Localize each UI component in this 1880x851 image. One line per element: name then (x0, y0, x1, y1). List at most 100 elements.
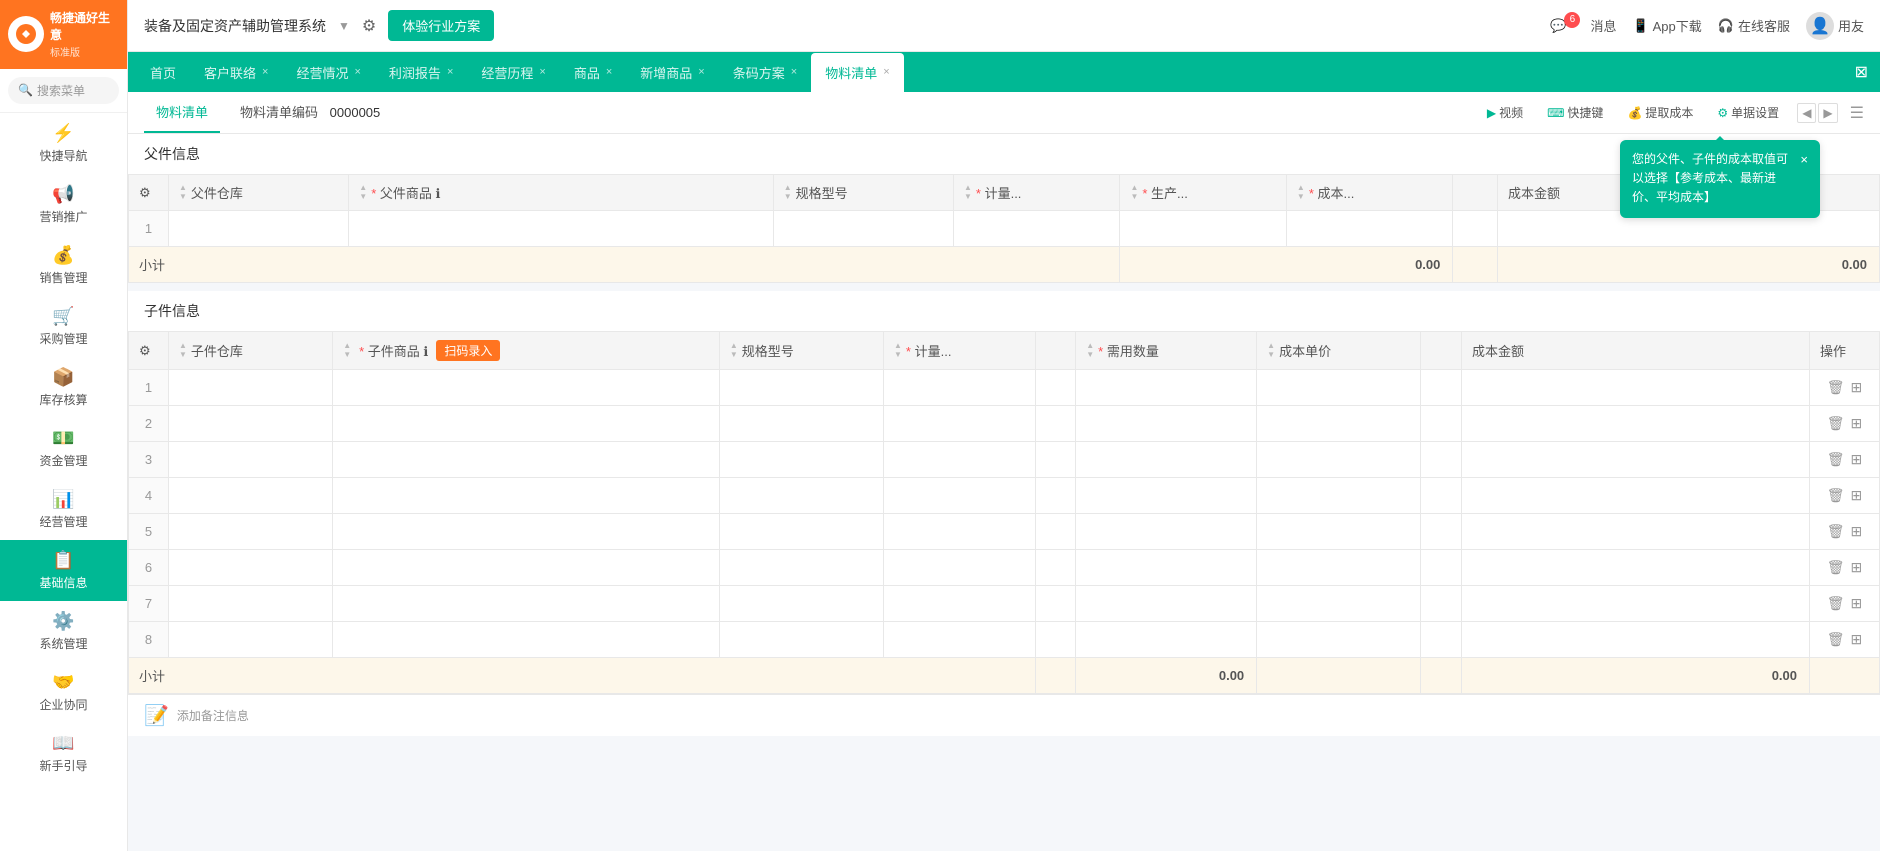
child-qty-2[interactable] (1076, 406, 1257, 442)
tab-goods[interactable]: 商品 × (560, 53, 626, 92)
child-action-1: 🗑 ⊞ (1810, 370, 1880, 406)
tab-new-goods[interactable]: 新增商品 × (626, 53, 718, 92)
close-all-tabs[interactable]: ⊠ (1851, 58, 1872, 86)
sidebar-item-inventory[interactable]: 📦 库存核算 (0, 357, 127, 418)
shortcut-button[interactable]: ⌨ 快捷键 (1541, 100, 1609, 125)
tab-barcode[interactable]: 条码方案 × (719, 53, 811, 92)
delete-icon-6[interactable]: 🗑 (1827, 559, 1845, 576)
sub-tab-list[interactable]: 物料清单 (144, 92, 220, 133)
child-unit-1[interactable] (884, 370, 1036, 406)
add-notes-text[interactable]: 添加备注信息 (177, 707, 249, 724)
trial-button[interactable]: 体验行业方案 (388, 10, 494, 41)
sidebar-item-system[interactable]: ⚙️ 系统管理 (0, 601, 127, 662)
child-amount-1[interactable] (1461, 370, 1809, 406)
system-title-dropdown[interactable]: ▼ (338, 19, 350, 33)
settings-icon[interactable]: ⚙ (362, 16, 376, 36)
parent-warehouse-1[interactable] (169, 211, 349, 247)
online-service-action[interactable]: 🎧 在线客服 (1718, 16, 1790, 35)
child-unitcost-1[interactable] (1257, 370, 1421, 406)
child-col-settings[interactable]: ⚙ (129, 332, 169, 370)
parent-spec-1[interactable] (773, 211, 953, 247)
close-bom-tab[interactable]: × (883, 66, 889, 78)
scan-input-button[interactable]: 扫码录入 (436, 340, 500, 361)
tab-customer[interactable]: 客户联络 × (190, 53, 282, 92)
delete-icon-4[interactable]: 🗑 (1827, 487, 1845, 504)
sidebar-item-purchase[interactable]: 🛒 采购管理 (0, 296, 127, 357)
delete-icon-7[interactable]: 🗑 (1827, 595, 1845, 612)
single-settings-button[interactable]: ⚙ 单据设置 (1711, 100, 1785, 125)
copy-icon-1[interactable]: ⊞ (1851, 379, 1863, 396)
sidebar-item-marketing[interactable]: 📢 营销推广 (0, 174, 127, 235)
close-history-tab[interactable]: × (539, 66, 545, 78)
nav-prev-button[interactable]: ◀ (1797, 103, 1816, 123)
copy-icon-4[interactable]: ⊞ (1851, 487, 1863, 504)
sub-tab-detail[interactable]: 物料清单编码 0000005 (228, 92, 392, 133)
child-spec-2[interactable] (719, 406, 883, 442)
child-goods-1[interactable] (333, 370, 720, 406)
tab-bom[interactable]: 物料清单 × (811, 53, 903, 92)
parent-extra-1[interactable] (1453, 211, 1498, 247)
purchase-icon: 🛒 (52, 306, 74, 327)
child-goods-2[interactable] (333, 406, 720, 442)
logo-sub: 标准版 (50, 44, 119, 59)
app-download-action[interactable]: 📱 App下载 (1632, 16, 1701, 35)
child-col-unit: ▲▼ * 计量... (884, 332, 1036, 370)
parent-col-settings[interactable]: ⚙ (129, 175, 169, 211)
tooltip-close-button[interactable]: × (1800, 150, 1808, 171)
sub-tabs-bar: 物料清单 物料清单编码 0000005 ▶ 视频 ⌨ 快捷键 💰 提取成本 (128, 92, 1880, 134)
sidebar-item-basic-info[interactable]: 📋 基础信息 (0, 540, 127, 601)
sidebar-item-finance[interactable]: 💵 资金管理 (0, 418, 127, 479)
child-warehouse-2[interactable] (169, 406, 333, 442)
menu-icon[interactable]: ☰ (1850, 103, 1864, 123)
tab-history[interactable]: 经营历程 × (467, 53, 559, 92)
parent-produce-1[interactable] (1120, 211, 1286, 247)
delete-icon-5[interactable]: 🗑 (1827, 523, 1845, 540)
delete-icon-1[interactable]: 🗑 (1827, 379, 1845, 396)
close-profit-tab[interactable]: × (447, 66, 453, 78)
tab-home[interactable]: 首页 (136, 53, 190, 92)
parent-cost-1[interactable] (1286, 211, 1452, 247)
child-qty-1[interactable] (1076, 370, 1257, 406)
child-col-empty1 (1035, 332, 1076, 370)
delete-icon-3[interactable]: 🗑 (1827, 451, 1845, 468)
tab-operations[interactable]: 经营情况 × (282, 53, 374, 92)
parent-unit-1[interactable] (953, 211, 1119, 247)
notes-icon: 📝 (144, 703, 169, 728)
sidebar-item-operations[interactable]: 📊 经营管理 (0, 479, 127, 540)
quick-nav-icon: ⚡ (52, 123, 74, 144)
marketing-icon: 📢 (52, 184, 74, 205)
message-action[interactable]: 💬 6 消息 (1550, 16, 1616, 35)
child-warehouse-1[interactable] (169, 370, 333, 406)
extract-cost-button[interactable]: 💰 提取成本 (1621, 100, 1699, 125)
view-video-button[interactable]: ▶ 视频 (1481, 100, 1529, 125)
close-barcode-tab[interactable]: × (791, 66, 797, 78)
sidebar-item-quick-nav[interactable]: ⚡ 快捷导航 (0, 113, 127, 174)
search-menu-button[interactable]: 🔍 搜索菜单 (8, 77, 119, 104)
copy-icon-5[interactable]: ⊞ (1851, 523, 1863, 540)
sidebar-item-collab[interactable]: 🤝 企业协同 (0, 662, 127, 723)
sidebar: 畅捷通好生意 标准版 🔍 搜索菜单 ⚡ 快捷导航 📢 营销推广 💰 销售管理 🛒… (0, 0, 128, 851)
child-spec-1[interactable] (719, 370, 883, 406)
close-new-goods-tab[interactable]: × (698, 66, 704, 78)
copy-icon-2[interactable]: ⊞ (1851, 415, 1863, 432)
delete-icon-8[interactable]: 🗑 (1827, 631, 1845, 648)
phone-icon: 📱 (1632, 18, 1648, 34)
tab-profit[interactable]: 利润报告 × (375, 53, 467, 92)
close-goods-tab[interactable]: × (606, 66, 612, 78)
copy-icon-7[interactable]: ⊞ (1851, 595, 1863, 612)
sidebar-item-guide[interactable]: 📖 新手引导 (0, 723, 127, 784)
copy-icon-6[interactable]: ⊞ (1851, 559, 1863, 576)
close-customer-tab[interactable]: × (262, 66, 268, 78)
delete-icon-2[interactable]: 🗑 (1827, 415, 1845, 432)
user-action[interactable]: 👤 用友 (1806, 12, 1864, 40)
copy-icon-3[interactable]: ⊞ (1851, 451, 1863, 468)
sidebar-search[interactable]: 🔍 搜索菜单 (0, 69, 127, 113)
child-unitcost-2[interactable] (1257, 406, 1421, 442)
copy-icon-8[interactable]: ⊞ (1851, 631, 1863, 648)
child-amount-2[interactable] (1461, 406, 1809, 442)
close-operations-tab[interactable]: × (354, 66, 360, 78)
nav-next-button[interactable]: ▶ (1818, 103, 1837, 123)
sidebar-item-sales[interactable]: 💰 销售管理 (0, 235, 127, 296)
parent-goods-1[interactable] (349, 211, 773, 247)
child-unit-2[interactable] (884, 406, 1036, 442)
